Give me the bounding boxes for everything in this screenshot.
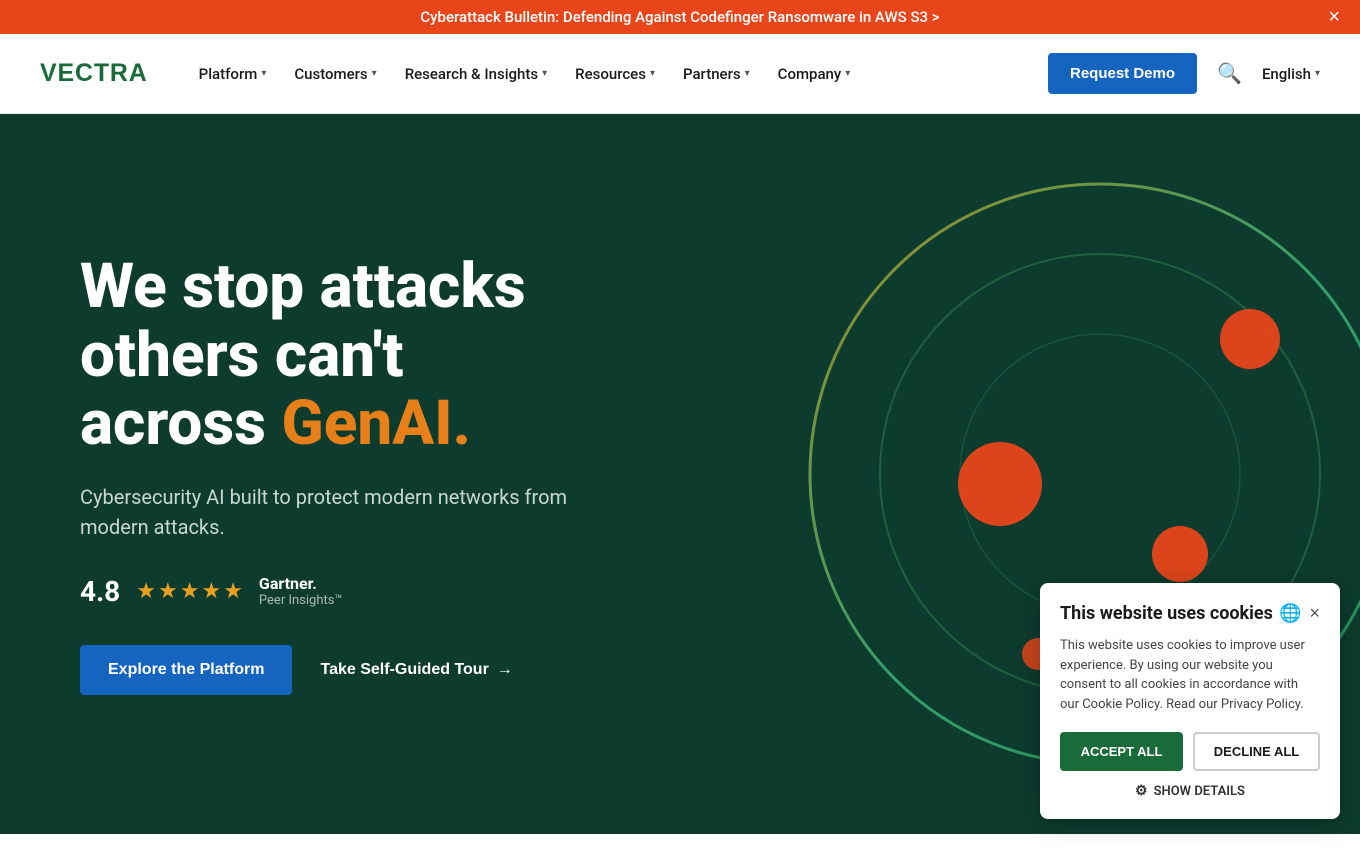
nav-item-platform[interactable]: Platform ▾: [187, 57, 279, 91]
cookie-body-text: This website uses cookies to improve use…: [1060, 636, 1320, 714]
announcement-banner: Cyberattack Bulletin: Defending Against …: [0, 0, 1360, 34]
rating-row: 4.8 ★ ★ ★ ★ ★ Gartner. Peer Insights™: [80, 574, 600, 609]
star-rating: ★ ★ ★ ★ ★: [136, 579, 243, 604]
nav-item-customers[interactable]: Customers ▾: [282, 57, 388, 91]
nav-links: Platform ▾ Customers ▾ Research & Insigh…: [187, 57, 1048, 91]
rating-number: 4.8: [80, 575, 120, 608]
star-2: ★: [158, 579, 178, 604]
gear-icon: ⚙: [1135, 783, 1148, 799]
accept-all-button[interactable]: ACCEPT ALL: [1060, 732, 1183, 771]
nav-item-research[interactable]: Research & Insights ▾: [393, 57, 559, 91]
nav-right: Request Demo 🔍 English ▾: [1048, 53, 1320, 94]
nav-item-company[interactable]: Company ▾: [766, 57, 863, 91]
hero-subtext: Cybersecurity AI built to protect modern…: [80, 482, 600, 542]
star-5: ★: [223, 579, 243, 604]
self-guided-tour-button[interactable]: Take Self-Guided Tour →: [320, 661, 512, 679]
cookie-title: This website uses cookies: [1060, 603, 1273, 624]
cta-row: Explore the Platform Take Self-Guided To…: [80, 645, 600, 695]
hero-heading: We stop attacks others can't across GenA…: [80, 253, 600, 458]
cookie-banner: This website uses cookies 🌐 × This websi…: [1040, 583, 1340, 819]
show-details-button[interactable]: ⚙ SHOW DETAILS: [1060, 783, 1320, 799]
chevron-down-icon: ▾: [745, 68, 750, 79]
svg-text:VECTRA: VECTRA: [40, 58, 147, 86]
request-demo-button[interactable]: Request Demo: [1048, 53, 1197, 94]
cookie-close-button[interactable]: ×: [1309, 603, 1320, 624]
chevron-down-icon: ▾: [542, 68, 547, 79]
language-selector[interactable]: English ▾: [1262, 65, 1320, 83]
banner-text[interactable]: Cyberattack Bulletin: Defending Against …: [420, 8, 939, 26]
nav-item-partners[interactable]: Partners ▾: [671, 57, 762, 91]
star-3: ★: [180, 579, 200, 604]
chevron-down-icon: ▾: [650, 68, 655, 79]
star-1: ★: [136, 579, 156, 604]
logo[interactable]: VECTRA: [40, 56, 147, 92]
navbar: VECTRA Platform ▾ Customers ▾ Research &…: [0, 34, 1360, 114]
language-label: English: [1262, 65, 1311, 83]
chevron-down-icon: ▾: [1315, 68, 1320, 79]
explore-platform-button[interactable]: Explore the Platform: [80, 645, 292, 695]
chevron-down-icon: ▾: [372, 68, 377, 79]
star-4: ★: [201, 579, 221, 604]
arrow-icon: →: [497, 661, 513, 679]
chevron-down-icon: ▾: [845, 68, 850, 79]
banner-close-button[interactable]: ×: [1328, 7, 1340, 27]
search-button[interactable]: 🔍: [1213, 57, 1246, 90]
decline-all-button[interactable]: DECLINE ALL: [1193, 732, 1320, 771]
gartner-logo: Gartner. Peer Insights™: [259, 574, 343, 609]
nav-item-resources[interactable]: Resources ▾: [563, 57, 667, 91]
hero-content: We stop attacks others can't across GenA…: [0, 173, 680, 774]
cookie-action-buttons: ACCEPT ALL DECLINE ALL: [1060, 732, 1320, 771]
search-icon: 🔍: [1217, 63, 1242, 85]
globe-icon: 🌐: [1279, 603, 1301, 624]
cookie-header-icons: 🌐 ×: [1279, 603, 1320, 624]
chevron-down-icon: ▾: [261, 68, 266, 79]
cookie-header: This website uses cookies 🌐 ×: [1060, 603, 1320, 624]
